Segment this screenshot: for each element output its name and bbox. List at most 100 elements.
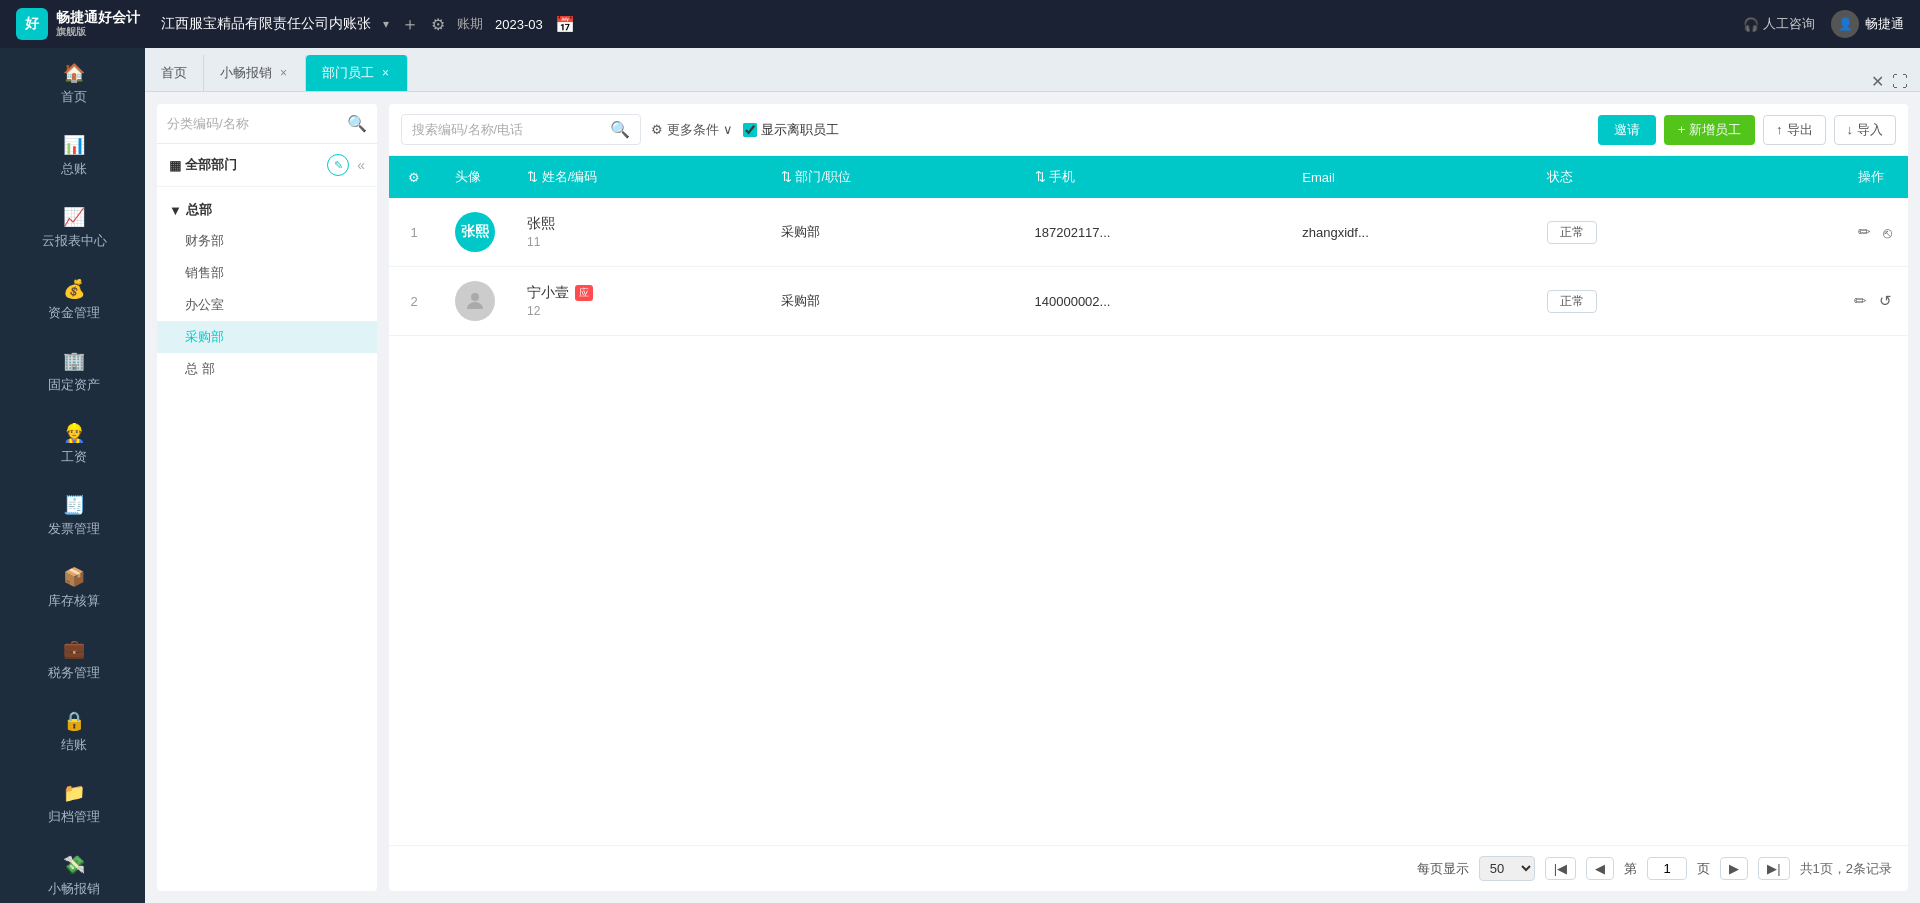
grid-icon: ▦	[169, 158, 181, 173]
close-period-icon: 🔒	[63, 710, 85, 732]
tab-expand-button[interactable]: ⛶	[1892, 73, 1908, 91]
show-ex-label: 显示离职员工	[761, 121, 839, 139]
page-size-label: 每页显示	[1417, 860, 1469, 878]
import-icon: ↓	[1847, 122, 1854, 137]
tab-home[interactable]: 首页	[145, 55, 204, 91]
page-size-select[interactable]: 50 10 20 100	[1479, 856, 1535, 881]
company-dropdown-button[interactable]: ▾	[383, 17, 389, 31]
page-unit-label: 页	[1697, 860, 1710, 878]
dept-group-zonbu[interactable]: ▼ 总部	[157, 195, 377, 225]
sidebar-item-funds[interactable]: 💰 资金管理	[0, 264, 145, 336]
name-with-badge-2: 宁小壹 应	[527, 284, 749, 302]
col-settings[interactable]: ⚙	[389, 156, 439, 198]
table-row: 1 张熙 张熙 11	[389, 198, 1908, 267]
sidebar-item-ledger[interactable]: 📊 总账	[0, 120, 145, 192]
user-avatar: 👤	[1831, 10, 1859, 38]
export-button[interactable]: ↑ 导出	[1763, 115, 1826, 145]
sidebar-label-archive: 归档管理	[48, 808, 100, 826]
tab-expense-close[interactable]: ×	[278, 64, 289, 82]
dept-item-purchase[interactable]: 采购部	[157, 321, 377, 353]
row-index-2: 2	[389, 267, 439, 336]
sidebar-item-salary[interactable]: 👷 工资	[0, 408, 145, 480]
edit-icon-1[interactable]: ✏	[1858, 223, 1871, 241]
dept-search-area: 🔍	[157, 104, 377, 144]
dept-item-headquarters[interactable]: 总 部	[157, 353, 377, 385]
sidebar-item-assets[interactable]: 🏢 固定资产	[0, 336, 145, 408]
employee-panel: 🔍 ⚙ 更多条件 ∨ 显示离职员工 邀请 +	[389, 104, 1908, 891]
employee-search-icon[interactable]: 🔍	[610, 120, 630, 139]
calendar-icon[interactable]: 📅	[555, 15, 575, 34]
sidebar-item-expense[interactable]: 💸 小畅报销	[0, 840, 145, 903]
filter-label: 更多条件	[667, 121, 719, 139]
filter-chevron-icon: ∨	[723, 122, 733, 137]
support-button[interactable]: 🎧 人工咨询	[1743, 15, 1815, 33]
filter-icon: ⚙	[651, 122, 663, 137]
last-page-button[interactable]: ▶|	[1758, 857, 1789, 880]
logo-main: 畅捷通好会计	[56, 9, 140, 26]
tab-close-window-button[interactable]: ✕	[1871, 72, 1884, 91]
row-index-1: 1	[389, 198, 439, 267]
dept-item-finance[interactable]: 财务部	[157, 225, 377, 257]
sidebar-item-reports[interactable]: 📈 云报表中心	[0, 192, 145, 264]
dept-item-office[interactable]: 办公室	[157, 289, 377, 321]
name-cell-2: 宁小壹 应 12	[527, 284, 749, 318]
page-di-label: 第	[1624, 860, 1637, 878]
logo-sub: 旗舰版	[56, 25, 140, 39]
tab-employee[interactable]: 部门员工 ×	[306, 55, 408, 91]
sidebar-label-salary: 工资	[61, 448, 87, 466]
tab-bar-actions: ✕ ⛶	[1871, 72, 1920, 91]
sidebar-item-close[interactable]: 🔒 结账	[0, 696, 145, 768]
dept-collapse-button[interactable]: «	[357, 157, 365, 173]
emp-code-2: 12	[527, 304, 749, 318]
tab-employee-close[interactable]: ×	[380, 64, 391, 82]
sidebar-item-home[interactable]: 🏠 首页	[0, 48, 145, 120]
invite-button[interactable]: 邀请	[1598, 115, 1656, 145]
show-ex-employees-label[interactable]: 显示离职员工	[743, 121, 839, 139]
top-bar: 好 畅捷通好会计 旗舰版 江西服宝精品有限责任公司内账张 ▾ ＋ ⚙ 账期 20…	[0, 0, 1920, 48]
more-filter-button[interactable]: ⚙ 更多条件 ∨	[651, 121, 733, 139]
sidebar: 🏠 首页 📊 总账 📈 云报表中心 💰 资金管理 🏢 固定资产 👷 工资 🧾 发…	[0, 48, 145, 903]
add-company-button[interactable]: ＋	[401, 12, 419, 36]
dept-header-title: ▦ 全部部门	[169, 156, 319, 174]
dept-edit-button[interactable]: ✎	[327, 154, 349, 176]
logout-icon-1[interactable]: ⎋	[1883, 224, 1892, 241]
ledger-icon: 📊	[63, 134, 85, 156]
sidebar-item-inventory[interactable]: 📦 库存核算	[0, 552, 145, 624]
refresh-icon-2[interactable]: ↺	[1879, 292, 1892, 310]
add-employee-button[interactable]: + 新增员工	[1664, 115, 1755, 145]
row-email-2	[1286, 267, 1530, 336]
row-email-1: zhangxidf...	[1286, 198, 1530, 267]
dept-item-sales[interactable]: 销售部	[157, 257, 377, 289]
dept-search-input[interactable]	[167, 116, 341, 131]
support-label: 人工咨询	[1763, 15, 1815, 33]
show-ex-employees-checkbox[interactable]	[743, 123, 757, 137]
col-phone[interactable]: ⇅ 手机	[1019, 156, 1287, 198]
salary-icon: 👷	[63, 422, 85, 444]
status-badge-2: 正常	[1547, 290, 1597, 313]
edit-icon-2[interactable]: ✏	[1854, 292, 1867, 310]
prev-page-button[interactable]: ◀	[1586, 857, 1614, 880]
sidebar-item-invoice[interactable]: 🧾 发票管理	[0, 480, 145, 552]
page-number-input[interactable]	[1647, 857, 1687, 880]
row-avatar-1: 张熙	[439, 198, 511, 267]
next-page-button[interactable]: ▶	[1720, 857, 1748, 880]
user-area[interactable]: 👤 畅捷通	[1831, 10, 1904, 38]
settings-button[interactable]: ⚙	[431, 15, 445, 34]
import-button[interactable]: ↓ 导入	[1834, 115, 1897, 145]
col-dept[interactable]: ⇅ 部门/职位	[765, 156, 1019, 198]
dept-tree: ▼ 总部 财务部 销售部 办公室 采购部 总 部	[157, 187, 377, 891]
row-avatar-2	[439, 267, 511, 336]
company-name: 江西服宝精品有限责任公司内账张	[161, 15, 371, 33]
first-page-button[interactable]: |◀	[1545, 857, 1576, 880]
sidebar-item-tax[interactable]: 💼 税务管理	[0, 624, 145, 696]
employee-search-input[interactable]	[412, 122, 604, 137]
dept-search-icon[interactable]: 🔍	[347, 114, 367, 133]
sidebar-item-archive[interactable]: 📁 归档管理	[0, 768, 145, 840]
period-value: 2023-03	[495, 17, 543, 32]
top-bar-center: 江西服宝精品有限责任公司内账张 ▾ ＋ ⚙ 账期 2023-03 📅	[161, 12, 1743, 36]
tab-expense[interactable]: 小畅报销 ×	[204, 55, 306, 91]
row-phone-2: 140000002...	[1019, 267, 1287, 336]
inventory-icon: 📦	[63, 566, 85, 588]
logo: 好 畅捷通好会计 旗舰版	[16, 8, 161, 40]
col-name-code[interactable]: ⇅ 姓名/编码	[511, 156, 765, 198]
